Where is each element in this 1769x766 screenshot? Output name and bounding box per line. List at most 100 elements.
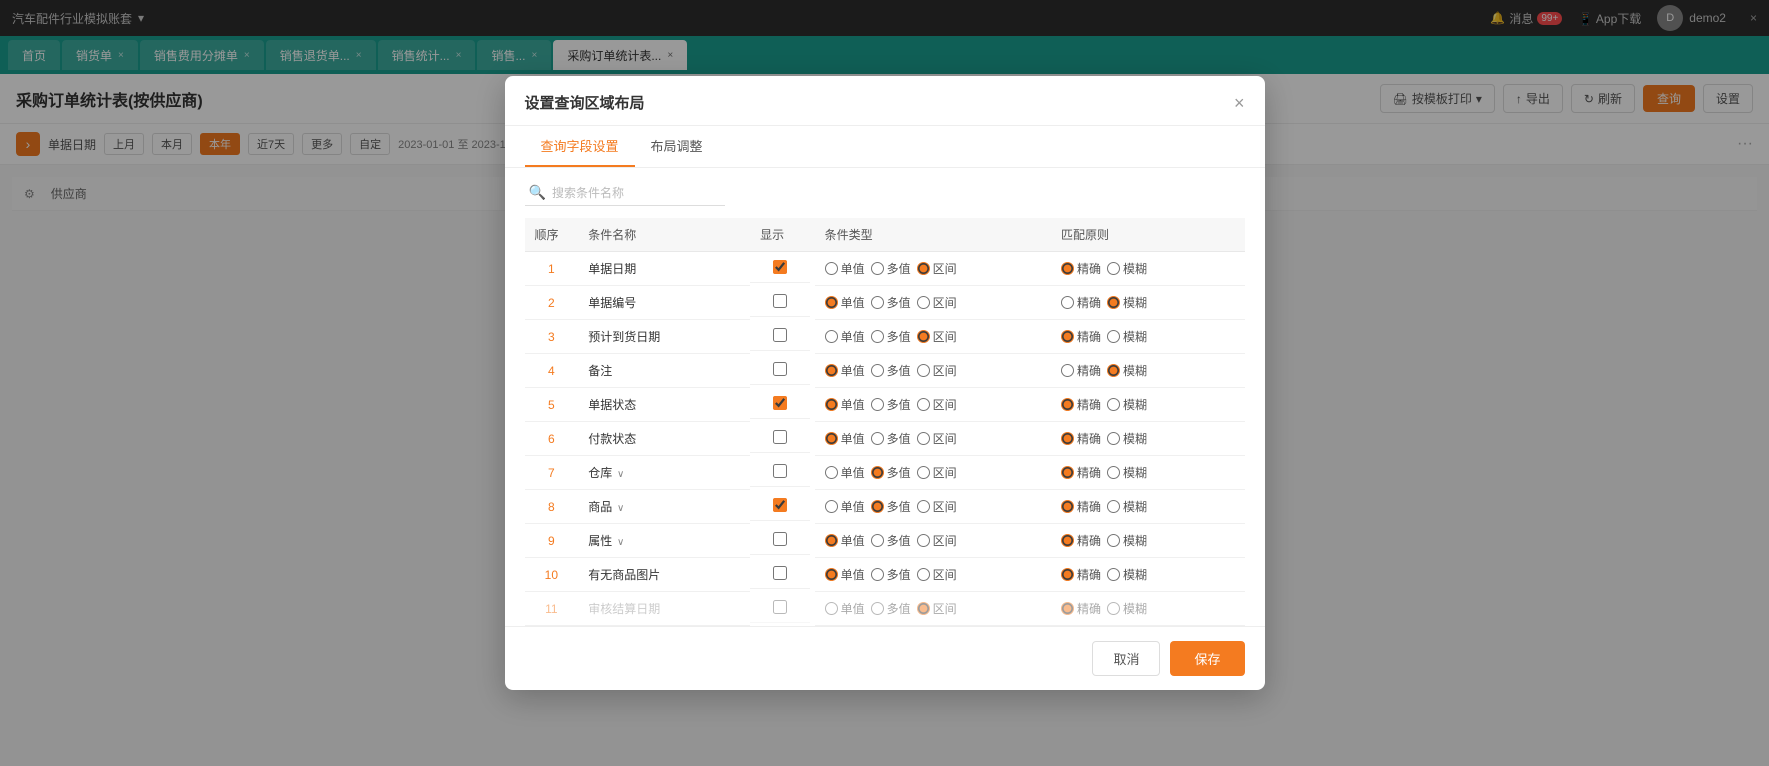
- match-option-模糊[interactable]: 模糊: [1107, 498, 1147, 515]
- row-name: 预计到货日期: [578, 320, 750, 354]
- match-option-精确[interactable]: 精确: [1061, 362, 1101, 379]
- modal-close-button[interactable]: ×: [1234, 94, 1245, 112]
- row-order: 2: [525, 286, 579, 320]
- row-name: 有无商品图片: [578, 558, 750, 592]
- type-option-区间[interactable]: 区间: [917, 294, 957, 311]
- type-option-区间[interactable]: 区间: [917, 464, 957, 481]
- match-option-模糊[interactable]: 模糊: [1107, 566, 1147, 583]
- match-option-模糊[interactable]: 模糊: [1107, 362, 1147, 379]
- match-option-模糊[interactable]: 模糊: [1107, 532, 1147, 549]
- row-show[interactable]: [750, 558, 810, 589]
- type-option-多值[interactable]: 多值: [871, 600, 911, 617]
- match-option-精确[interactable]: 精确: [1061, 260, 1101, 277]
- type-option-多值[interactable]: 多值: [871, 328, 911, 345]
- row-order: 1: [525, 252, 579, 286]
- row-order: 10: [525, 558, 579, 592]
- row-show[interactable]: [750, 320, 810, 351]
- row-name: 单据编号: [578, 286, 750, 320]
- match-option-精确[interactable]: 精确: [1061, 294, 1101, 311]
- dropdown-arrow-icon: ∨: [614, 469, 624, 480]
- type-option-多值[interactable]: 多值: [871, 464, 911, 481]
- table-row: 1单据日期单值多值区间精确模糊: [525, 252, 1245, 286]
- modal-tab-layout[interactable]: 布局调整: [635, 126, 719, 167]
- row-type: 单值多值区间: [815, 592, 1051, 626]
- match-option-模糊[interactable]: 模糊: [1107, 328, 1147, 345]
- match-option-精确[interactable]: 精确: [1061, 430, 1101, 447]
- type-option-区间[interactable]: 区间: [917, 498, 957, 515]
- type-option-单值[interactable]: 单值: [825, 260, 865, 277]
- type-option-区间[interactable]: 区间: [917, 566, 957, 583]
- row-show[interactable]: [750, 456, 810, 487]
- type-option-单值[interactable]: 单值: [825, 294, 865, 311]
- type-option-单值[interactable]: 单值: [825, 396, 865, 413]
- search-input[interactable]: [552, 186, 712, 200]
- th-order: 顺序: [525, 218, 579, 252]
- row-show[interactable]: [750, 252, 810, 283]
- type-option-多值[interactable]: 多值: [871, 362, 911, 379]
- match-option-模糊[interactable]: 模糊: [1107, 396, 1147, 413]
- show-checkbox[interactable]: [773, 294, 787, 308]
- type-option-单值[interactable]: 单值: [825, 464, 865, 481]
- type-option-区间[interactable]: 区间: [917, 260, 957, 277]
- match-option-模糊[interactable]: 模糊: [1107, 600, 1147, 617]
- row-show[interactable]: [750, 422, 810, 453]
- row-type: 单值多值区间: [815, 524, 1051, 558]
- type-option-单值[interactable]: 单值: [825, 430, 865, 447]
- modal-tab-query-fields[interactable]: 查询字段设置: [525, 126, 635, 167]
- match-option-精确[interactable]: 精确: [1061, 566, 1101, 583]
- show-checkbox[interactable]: [773, 498, 787, 512]
- type-option-多值[interactable]: 多值: [871, 294, 911, 311]
- match-option-精确[interactable]: 精确: [1061, 328, 1101, 345]
- type-option-区间[interactable]: 区间: [917, 328, 957, 345]
- type-option-多值[interactable]: 多值: [871, 396, 911, 413]
- match-option-模糊[interactable]: 模糊: [1107, 294, 1147, 311]
- table-row: 2单据编号 单值多值区间 精确模糊: [525, 286, 1245, 320]
- type-option-区间[interactable]: 区间: [917, 532, 957, 549]
- show-checkbox[interactable]: [773, 430, 787, 444]
- match-option-精确[interactable]: 精确: [1061, 498, 1101, 515]
- type-option-多值[interactable]: 多值: [871, 532, 911, 549]
- type-option-单值[interactable]: 单值: [825, 532, 865, 549]
- type-option-单值[interactable]: 单值: [825, 328, 865, 345]
- match-option-精确[interactable]: 精确: [1061, 600, 1101, 617]
- search-icon: 🔍: [529, 184, 546, 201]
- show-checkbox[interactable]: [773, 566, 787, 580]
- row-match: 精确模糊: [1051, 456, 1244, 490]
- match-option-模糊[interactable]: 模糊: [1107, 430, 1147, 447]
- match-option-精确[interactable]: 精确: [1061, 532, 1101, 549]
- show-checkbox[interactable]: [773, 600, 787, 614]
- show-checkbox[interactable]: [773, 362, 787, 376]
- type-option-多值[interactable]: 多值: [871, 430, 911, 447]
- show-checkbox[interactable]: [773, 260, 787, 274]
- row-show[interactable]: [750, 354, 810, 385]
- type-option-多值[interactable]: 多值: [871, 498, 911, 515]
- match-option-模糊[interactable]: 模糊: [1107, 464, 1147, 481]
- show-checkbox[interactable]: [773, 464, 787, 478]
- row-show[interactable]: [750, 592, 810, 623]
- th-name: 条件名称: [578, 218, 750, 252]
- show-checkbox[interactable]: [773, 396, 787, 410]
- cancel-button[interactable]: 取消: [1092, 641, 1160, 676]
- type-option-单值[interactable]: 单值: [825, 362, 865, 379]
- modal-tabs: 查询字段设置 布局调整: [505, 126, 1265, 168]
- type-option-区间[interactable]: 区间: [917, 600, 957, 617]
- type-option-单值[interactable]: 单值: [825, 600, 865, 617]
- match-option-模糊[interactable]: 模糊: [1107, 260, 1147, 277]
- row-show[interactable]: [750, 524, 810, 555]
- match-option-精确[interactable]: 精确: [1061, 464, 1101, 481]
- type-option-区间[interactable]: 区间: [917, 362, 957, 379]
- row-show[interactable]: [750, 388, 810, 419]
- type-option-单值[interactable]: 单值: [825, 498, 865, 515]
- match-option-精确[interactable]: 精确: [1061, 396, 1101, 413]
- show-checkbox[interactable]: [773, 532, 787, 546]
- show-checkbox[interactable]: [773, 328, 787, 342]
- type-option-区间[interactable]: 区间: [917, 430, 957, 447]
- type-option-多值[interactable]: 多值: [871, 566, 911, 583]
- th-type: 条件类型: [815, 218, 1051, 252]
- type-option-单值[interactable]: 单值: [825, 566, 865, 583]
- type-option-区间[interactable]: 区间: [917, 396, 957, 413]
- row-show[interactable]: [750, 286, 810, 317]
- type-option-多值[interactable]: 多值: [871, 260, 911, 277]
- save-button[interactable]: 保存: [1170, 641, 1244, 676]
- row-show[interactable]: [750, 490, 810, 521]
